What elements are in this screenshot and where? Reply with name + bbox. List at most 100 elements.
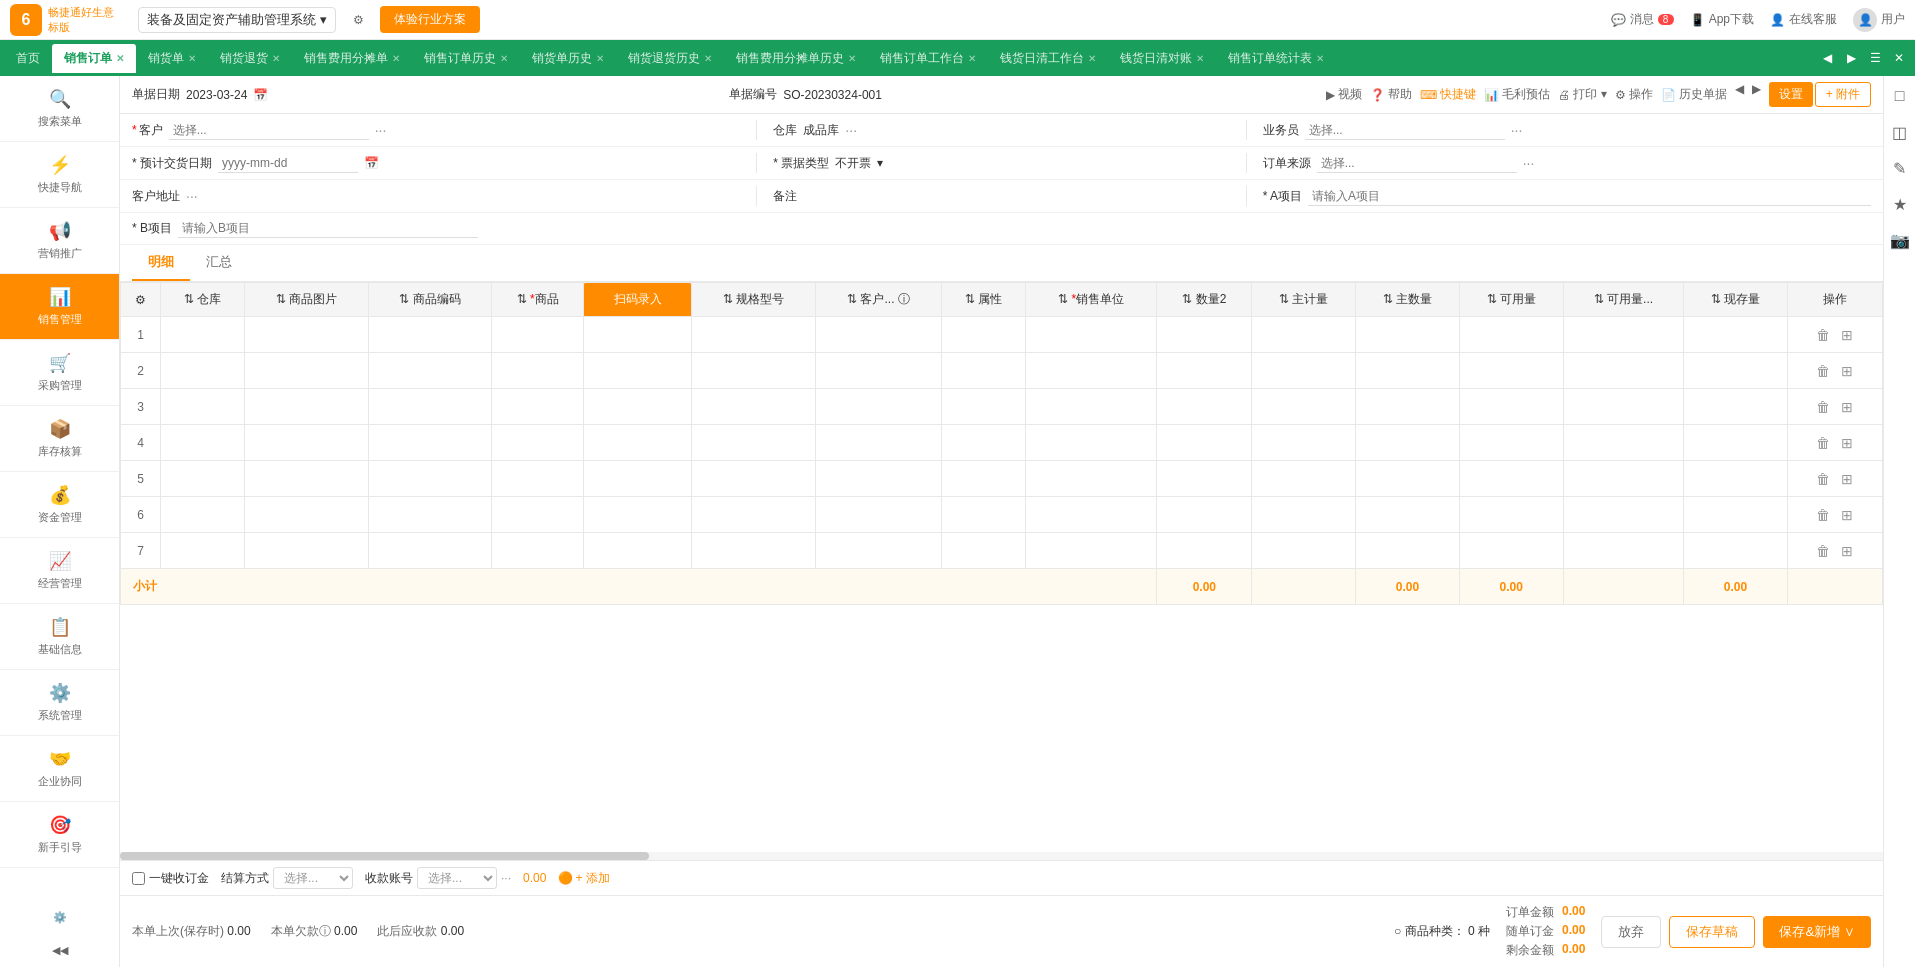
col-settings[interactable]: ⚙ — [121, 283, 161, 317]
delete-row-7[interactable]: 🗑 — [1813, 541, 1833, 561]
copy-row-4[interactable]: ⊞ — [1837, 433, 1857, 453]
operation-btn[interactable]: ⚙ 操作 — [1615, 82, 1653, 107]
customer-input[interactable] — [169, 121, 369, 140]
col-attr[interactable]: ⇅ 属性 — [941, 283, 1025, 317]
close-icon[interactable]: ✕ — [968, 53, 976, 64]
nav-next-icon[interactable]: ▶ — [1839, 46, 1863, 70]
system-title[interactable]: 装备及固定资产辅助管理系统 ▾ — [138, 7, 336, 33]
history-btn[interactable]: 📄 历史单据 — [1661, 82, 1727, 107]
tab-home[interactable]: 首页 — [4, 44, 52, 73]
row-customer-code-1[interactable] — [815, 317, 941, 353]
order-source-input[interactable] — [1317, 154, 1517, 173]
delivery-date-input[interactable] — [218, 154, 358, 173]
copy-row-7[interactable]: ⊞ — [1837, 541, 1857, 561]
payment-method-select[interactable]: 选择... — [273, 867, 353, 889]
tab-expense-history[interactable]: 销售费用分摊单历史 ✕ — [724, 44, 868, 73]
right-panel-icon-2[interactable]: ◫ — [1888, 120, 1912, 144]
account-select[interactable]: 选择... — [417, 867, 497, 889]
close-icon[interactable]: ✕ — [392, 53, 400, 64]
col-unit[interactable]: ⇅ *销售单位 — [1025, 283, 1157, 317]
close-icon[interactable]: ✕ — [272, 53, 280, 64]
sidebar-item-operations[interactable]: 📈 经营管理 — [0, 538, 119, 604]
close-icon[interactable]: ✕ — [116, 53, 124, 64]
sidebar-item-marketing[interactable]: 📢 营销推广 — [0, 208, 119, 274]
row-qty2-1[interactable] — [1157, 317, 1252, 353]
col-main-unit[interactable]: ⇅ 主计量 — [1252, 283, 1356, 317]
tab-order-workbench[interactable]: 销售订单工作台 ✕ — [868, 44, 988, 73]
right-panel-icon-1[interactable]: □ — [1888, 84, 1912, 108]
sidebar-item-system[interactable]: ⚙️ 系统管理 — [0, 670, 119, 736]
sidebar-collapse[interactable]: ◀◀ — [0, 934, 119, 967]
row-current-1[interactable] — [1684, 317, 1788, 353]
tab-return-history[interactable]: 销货退货历史 ✕ — [616, 44, 724, 73]
delete-row-1[interactable]: 🗑 — [1813, 325, 1833, 345]
address-dots[interactable]: ··· — [186, 188, 198, 204]
sidebar-item-search[interactable]: 🔍 搜索菜单 — [0, 76, 119, 142]
copy-row-3[interactable]: ⊞ — [1837, 397, 1857, 417]
nav-arrow-prev-icon[interactable]: ◀ — [1735, 82, 1744, 107]
col-warehouse[interactable]: ⇅ 仓库 — [160, 283, 244, 317]
close-icon[interactable]: ✕ — [188, 53, 196, 64]
sidebar-item-nav[interactable]: ⚡ 快捷导航 — [0, 142, 119, 208]
col-customer-code[interactable]: ⇅ 客户... ⓘ — [815, 283, 941, 317]
tab-detail[interactable]: 明细 — [132, 245, 190, 281]
row-goods-1[interactable] — [492, 317, 584, 353]
sidebar-item-inventory[interactable]: 📦 库存核算 — [0, 406, 119, 472]
col-qty2[interactable]: ⇅ 数量2 — [1157, 283, 1252, 317]
close-icon[interactable]: ✕ — [704, 53, 712, 64]
close-icon[interactable]: ✕ — [1088, 53, 1096, 64]
add-item-button[interactable]: 🟠 + 添加 — [558, 870, 609, 887]
tab-daily-workbench[interactable]: 钱货日清工作台 ✕ — [988, 44, 1108, 73]
col-current-qty[interactable]: ⇅ 现存量 — [1684, 283, 1788, 317]
scrollbar-thumb[interactable] — [120, 852, 649, 860]
project-a-input[interactable] — [1308, 187, 1871, 206]
sidebar-settings[interactable]: ⚙️ — [0, 901, 119, 934]
account-dots[interactable]: ··· — [501, 871, 511, 885]
message-item[interactable]: 💬 消息 8 — [1611, 11, 1674, 28]
close-icon[interactable]: ✕ — [596, 53, 604, 64]
tab-order-history[interactable]: 销售订单历史 ✕ — [412, 44, 520, 73]
save-draft-button[interactable]: 保存草稿 — [1669, 916, 1755, 948]
tab-summary[interactable]: 汇总 — [190, 245, 248, 281]
calendar-icon[interactable]: 📅 — [253, 88, 268, 102]
tab-sales[interactable]: 销货单 ✕ — [136, 44, 208, 73]
col-code[interactable]: ⇅ 商品编码 — [368, 283, 492, 317]
copy-row-2[interactable]: ⊞ — [1837, 361, 1857, 381]
row-spec-1[interactable] — [692, 317, 816, 353]
col-spec[interactable]: ⇅ 规格型号 — [692, 283, 816, 317]
print-btn[interactable]: 🖨 打印 ▾ — [1558, 82, 1606, 107]
sidebar-item-purchase[interactable]: 🛒 采购管理 — [0, 340, 119, 406]
salesperson-input[interactable] — [1305, 121, 1505, 140]
row-main-qty-1[interactable] — [1356, 317, 1460, 353]
horizontal-scrollbar[interactable] — [120, 852, 1883, 860]
right-panel-icon-4[interactable]: ★ — [1888, 192, 1912, 216]
calendar2-icon[interactable]: 📅 — [364, 156, 379, 170]
row-avail2-1[interactable] — [1563, 317, 1683, 353]
sidebar-item-sales[interactable]: 📊 销售管理 — [0, 274, 119, 340]
close-icon[interactable]: ✕ — [848, 53, 856, 64]
delete-row-4[interactable]: 🗑 — [1813, 433, 1833, 453]
nav-close-all-icon[interactable]: ✕ — [1887, 46, 1911, 70]
dropdown-icon[interactable]: ▾ — [877, 156, 883, 170]
nav-prev-icon[interactable]: ◀ — [1815, 46, 1839, 70]
video-btn[interactable]: ▶ 视频 — [1326, 82, 1362, 107]
nav-arrow-next-icon[interactable]: ▶ — [1752, 82, 1761, 107]
profit-btn[interactable]: 📊 毛利预估 — [1484, 82, 1550, 107]
row-warehouse-1[interactable] — [160, 317, 244, 353]
delete-row-3[interactable]: 🗑 — [1813, 397, 1833, 417]
tab-sales-history[interactable]: 销货单历史 ✕ — [520, 44, 616, 73]
quick-pay-checkbox[interactable] — [132, 872, 145, 885]
delete-row-2[interactable]: 🗑 — [1813, 361, 1833, 381]
col-available-qty[interactable]: ⇅ 可用量 — [1459, 283, 1563, 317]
row-main-unit-1[interactable] — [1252, 317, 1356, 353]
help-btn[interactable]: ❓ 帮助 — [1370, 82, 1412, 107]
delete-row-5[interactable]: 🗑 — [1813, 469, 1833, 489]
sidebar-item-collab[interactable]: 🤝 企业协同 — [0, 736, 119, 802]
discard-button[interactable]: 放弃 — [1601, 916, 1661, 948]
online-service-item[interactable]: 👤 在线客服 — [1770, 11, 1837, 28]
settings-icon[interactable]: ⚙ — [344, 6, 372, 34]
close-icon[interactable]: ✕ — [500, 53, 508, 64]
col-goods[interactable]: ⇅ *商品 — [492, 283, 584, 317]
close-icon[interactable]: ✕ — [1196, 53, 1204, 64]
set-button[interactable]: 设置 — [1769, 82, 1813, 107]
